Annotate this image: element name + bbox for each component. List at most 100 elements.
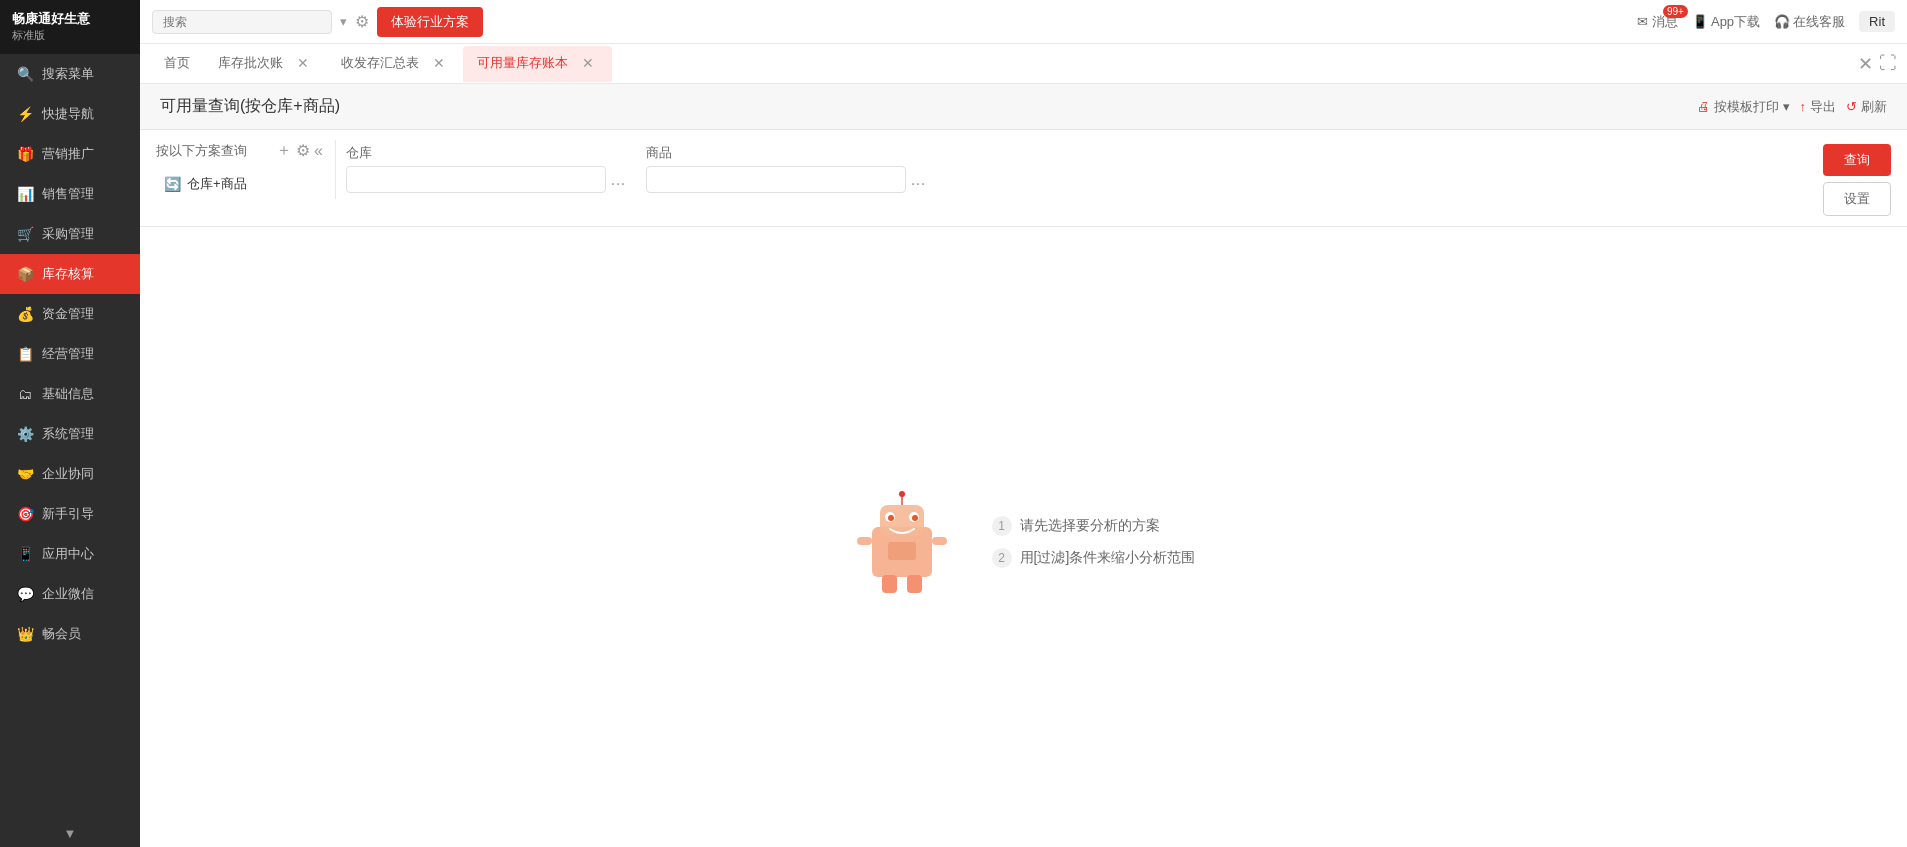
search-icon: 🔍 <box>16 66 34 82</box>
chat-icon: 💬 <box>16 586 34 602</box>
refresh-button[interactable]: ↺ 刷新 <box>1846 98 1887 116</box>
sidebar-header: 畅康通好生意 标准版 <box>0 0 140 54</box>
sidebar-item-wechat[interactable]: 💬 企业微信 <box>0 574 140 614</box>
sidebar-item-sales[interactable]: 📊 销售管理 <box>0 174 140 214</box>
page-title: 可用量查询(按仓库+商品) <box>160 96 340 117</box>
sidebar-item-system[interactable]: ⚙️ 系统管理 <box>0 414 140 454</box>
filter-fields: 仓库 … 商品 … <box>346 140 1813 193</box>
tab-batch-account[interactable]: 库存批次账 ✕ <box>204 46 327 82</box>
sidebar-item-operation[interactable]: 📋 经营管理 <box>0 334 140 374</box>
sidebar-item-label: 快捷导航 <box>42 105 94 123</box>
message-button[interactable]: ✉ 消息 99+ <box>1637 13 1678 31</box>
sidebar-item-label: 搜索菜单 <box>42 65 94 83</box>
tip-number-1: 1 <box>992 516 1012 536</box>
warehouse-input[interactable] <box>346 166 606 193</box>
sidebar-item-label: 库存核算 <box>42 265 94 283</box>
tab-available-stock-close[interactable]: ✕ <box>578 55 598 71</box>
tab-available-stock-label: 可用量库存账本 <box>477 54 568 72</box>
filter-scheme-label: 按以下方案查询 <box>156 142 247 160</box>
sidebar-item-inventory[interactable]: 📦 库存核算 <box>0 254 140 294</box>
filter-scheme-panel: 按以下方案查询 ＋ ⚙ « 🔄 仓库+商品 <box>156 140 336 199</box>
product-label: 商品 <box>646 144 926 162</box>
tab-expand-button[interactable]: ⛶ <box>1879 53 1897 74</box>
scheme-item-warehouse-product[interactable]: 🔄 仓库+商品 <box>156 169 323 199</box>
warehouse-input-wrap: … <box>346 166 626 193</box>
sidebar: 畅康通好生意 标准版 🔍 搜索菜单 ⚡ 快捷导航 🎁 营销推广 📊 销售管理 🛒… <box>0 0 140 847</box>
mobile-download-icon: 📱 <box>1692 14 1708 29</box>
product-more-button[interactable]: … <box>910 171 926 189</box>
tab-home[interactable]: 首页 <box>150 46 204 82</box>
warehouse-more-button[interactable]: … <box>610 171 626 189</box>
topbar: ▾ ⚙ 体验行业方案 ✉ 消息 99+ 📱 App下载 🎧 在线客服 Rit <box>140 0 1907 44</box>
trial-button[interactable]: 体验行业方案 <box>377 7 483 37</box>
settings-scheme-button[interactable]: ⚙ <box>296 141 310 160</box>
headset-icon: 🎧 <box>1774 14 1790 29</box>
page-actions: 🖨 按模板打印 ▾ ↑ 导出 ↺ 刷新 <box>1697 98 1888 116</box>
product-input-wrap: … <box>646 166 926 193</box>
robot-illustration <box>852 487 952 597</box>
tab-inventory-summary[interactable]: 收发存汇总表 ✕ <box>327 46 463 82</box>
export-label: 导出 <box>1810 98 1836 116</box>
sidebar-item-label: 资金管理 <box>42 305 94 323</box>
query-button[interactable]: 查询 <box>1823 144 1891 176</box>
dropdown-arrow-icon[interactable]: ▾ <box>340 14 347 29</box>
flash-icon: ⚡ <box>16 106 34 122</box>
sidebar-item-member[interactable]: 👑 畅会员 <box>0 614 140 654</box>
add-scheme-button[interactable]: ＋ <box>276 140 292 161</box>
sidebar-item-label: 新手引导 <box>42 505 94 523</box>
sidebar-item-search[interactable]: 🔍 搜索菜单 <box>0 54 140 94</box>
box-icon: 📦 <box>16 266 34 282</box>
filter-buttons: 查询 设置 <box>1823 140 1891 216</box>
tab-available-stock[interactable]: 可用量库存账本 ✕ <box>463 46 612 82</box>
crown-icon: 👑 <box>16 626 34 642</box>
target-icon: 🎯 <box>16 506 34 522</box>
sidebar-item-basic[interactable]: 🗂 基础信息 <box>0 374 140 414</box>
sidebar-item-quicknav[interactable]: ⚡ 快捷导航 <box>0 94 140 134</box>
user-profile[interactable]: Rit <box>1859 11 1895 32</box>
filter-panel: 按以下方案查询 ＋ ⚙ « 🔄 仓库+商品 仓库 <box>140 130 1907 227</box>
svg-point-4 <box>888 515 894 521</box>
empty-state: 1 请先选择要分析的方案 2 用[过滤]条件来缩小分析范围 <box>140 227 1907 847</box>
collapse-scheme-button[interactable]: « <box>314 142 323 160</box>
sidebar-scroll: 🔍 搜索菜单 ⚡ 快捷导航 🎁 营销推广 📊 销售管理 🛒 采购管理 📦 库存核… <box>0 54 140 820</box>
app-download-button[interactable]: 📱 App下载 <box>1692 13 1760 31</box>
tab-close-all-button[interactable]: ✕ <box>1858 53 1873 75</box>
content-area: 可用量查询(按仓库+商品) 🖨 按模板打印 ▾ ↑ 导出 ↺ 刷新 <box>140 84 1907 847</box>
tab-inventory-summary-label: 收发存汇总表 <box>341 54 419 72</box>
tabs-right-actions: ✕ ⛶ <box>1858 53 1897 75</box>
app-name: 畅康通好生意 <box>12 10 128 28</box>
settings-icon[interactable]: ⚙ <box>355 12 369 31</box>
sidebar-item-marketing[interactable]: 🎁 营销推广 <box>0 134 140 174</box>
sidebar-item-newbie[interactable]: 🎯 新手引导 <box>0 494 140 534</box>
tab-inventory-summary-close[interactable]: ✕ <box>429 55 449 71</box>
svg-rect-10 <box>882 575 897 593</box>
clipboard-icon: 📋 <box>16 346 34 362</box>
sidebar-item-label: 采购管理 <box>42 225 94 243</box>
empty-tip-1: 1 请先选择要分析的方案 <box>992 516 1196 536</box>
gear-icon: ⚙️ <box>16 426 34 442</box>
print-dropdown-icon[interactable]: ▾ <box>1783 99 1790 114</box>
svg-rect-12 <box>888 542 916 560</box>
tip-number-2: 2 <box>992 548 1012 568</box>
page-header: 可用量查询(按仓库+商品) 🖨 按模板打印 ▾ ↑ 导出 ↺ 刷新 <box>140 84 1907 130</box>
warehouse-label: 仓库 <box>346 144 626 162</box>
product-input[interactable] <box>646 166 906 193</box>
sidebar-item-label: 经营管理 <box>42 345 94 363</box>
customer-service-button[interactable]: 🎧 在线客服 <box>1774 13 1845 31</box>
sidebar-item-appcenter[interactable]: 📱 应用中心 <box>0 534 140 574</box>
message-badge: 99+ <box>1663 5 1688 18</box>
sidebar-item-enterprise[interactable]: 🤝 企业协同 <box>0 454 140 494</box>
setting-button[interactable]: 设置 <box>1823 182 1891 216</box>
gift-icon: 🎁 <box>16 146 34 162</box>
sidebar-scroll-down[interactable]: ▼ <box>0 820 140 847</box>
export-button[interactable]: ↑ 导出 <box>1800 98 1837 116</box>
search-input[interactable] <box>152 10 332 34</box>
sidebar-item-purchase[interactable]: 🛒 采购管理 <box>0 214 140 254</box>
tab-batch-account-close[interactable]: ✕ <box>293 55 313 71</box>
topbar-right: ✉ 消息 99+ 📱 App下载 🎧 在线客服 Rit <box>1637 11 1895 32</box>
empty-visual: 1 请先选择要分析的方案 2 用[过滤]条件来缩小分析范围 <box>852 487 1196 597</box>
refresh-label: 刷新 <box>1861 98 1887 116</box>
sidebar-item-label: 系统管理 <box>42 425 94 443</box>
sidebar-item-finance[interactable]: 💰 资金管理 <box>0 294 140 334</box>
print-button[interactable]: 🖨 按模板打印 ▾ <box>1697 98 1790 116</box>
